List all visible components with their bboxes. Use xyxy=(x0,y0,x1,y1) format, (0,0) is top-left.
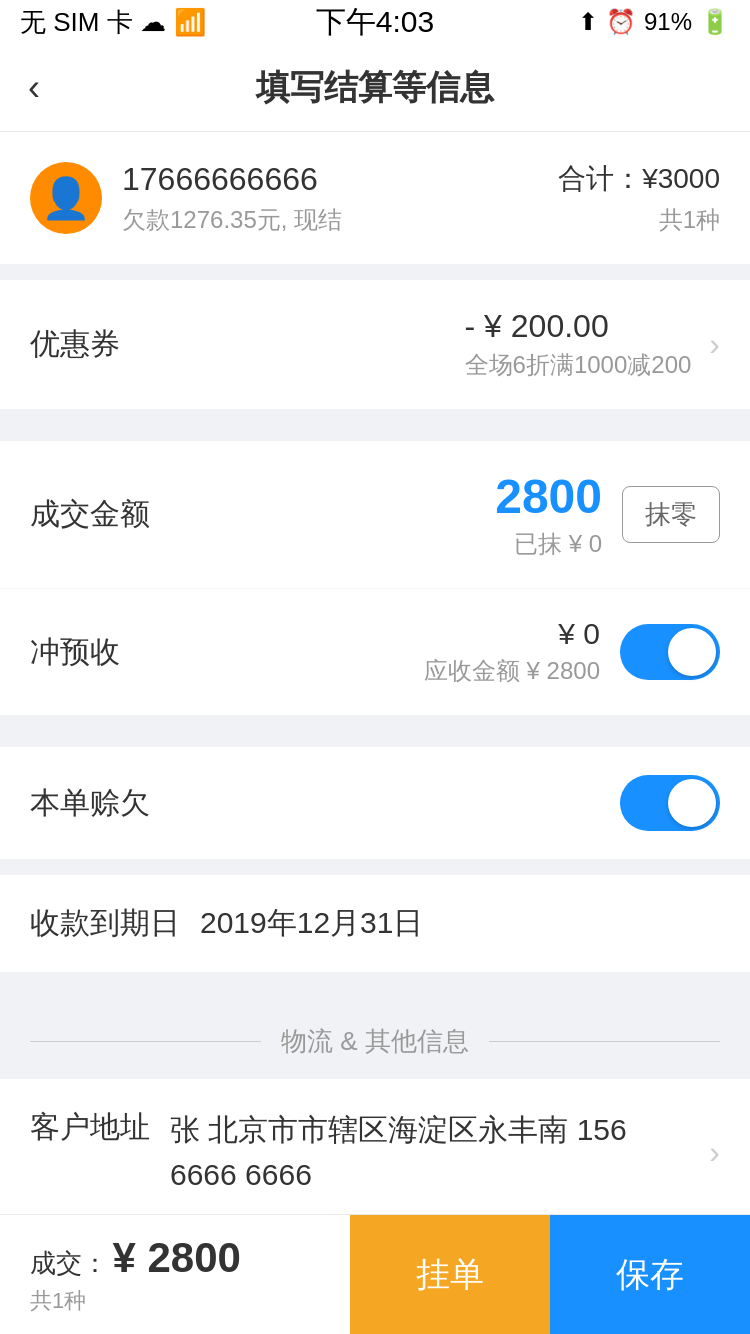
user-total: 合计：¥3000 xyxy=(558,160,720,198)
user-debt: 欠款1276.35元, 现结 xyxy=(122,204,342,236)
prepaid-right: ¥ 0 应收金额 ¥ 2800 xyxy=(424,617,720,687)
bottom-bar: 成交： ¥ 2800 共1种 挂单 保存 xyxy=(0,1214,750,1334)
page-title: 填写结算等信息 xyxy=(256,65,494,111)
status-left: 无 SIM 卡 ☁ 📶 xyxy=(20,5,206,40)
debt-row: 本单赊欠 xyxy=(0,747,750,859)
bottom-deal-label: 成交： ¥ 2800 xyxy=(30,1234,320,1282)
battery-icon: 🔋 xyxy=(700,8,730,36)
round-zero-button[interactable]: 抹零 xyxy=(622,486,720,543)
logistics-line-right xyxy=(489,1041,720,1042)
prepaid-value-block: ¥ 0 应收金额 ¥ 2800 xyxy=(424,617,600,687)
bottom-summary: 成交： ¥ 2800 共1种 xyxy=(0,1234,350,1316)
alarm-icon: ⏰ xyxy=(606,8,636,36)
prepaid-toggle[interactable] xyxy=(620,624,720,680)
nav-bar: ‹ 填写结算等信息 xyxy=(0,44,750,132)
address-value: 张 北京市市辖区海淀区永丰南 156 6666 6666 xyxy=(170,1107,701,1197)
deal-amount-row: 成交金额 2800 已抹 ¥ 0 抹零 xyxy=(0,441,750,589)
user-info: 17666666666 欠款1276.35元, 现结 xyxy=(122,161,342,236)
coupon-arrow-icon: › xyxy=(709,326,720,363)
user-card: 👤 17666666666 欠款1276.35元, 现结 合计：¥3000 共1… xyxy=(0,132,750,264)
back-button[interactable]: ‹ xyxy=(28,67,40,109)
user-phone: 17666666666 xyxy=(122,161,342,198)
section-divider-1 xyxy=(0,425,750,441)
user-left: 👤 17666666666 欠款1276.35元, 现结 xyxy=(30,161,342,236)
coupon-right: - ¥ 200.00 全场6折满1000减200 › xyxy=(465,308,720,381)
prepaid-label: 冲预收 xyxy=(30,632,120,673)
section-divider-3 xyxy=(0,988,750,1004)
status-right: ⬆ ⏰ 91% 🔋 xyxy=(578,8,730,36)
logistics-divider: 物流 & 其他信息 xyxy=(0,1004,750,1079)
content: 👤 17666666666 欠款1276.35元, 现结 合计：¥3000 共1… xyxy=(0,132,750,1334)
coupon-amount: - ¥ 200.00 xyxy=(465,308,692,345)
amount-section: 成交金额 2800 已抹 ¥ 0 抹零 冲预收 ¥ 0 应收金额 ¥ 2800 xyxy=(0,441,750,715)
debt-toggle[interactable] xyxy=(620,775,720,831)
address-row[interactable]: 客户地址 张 北京市市辖区海淀区永丰南 156 6666 6666 › xyxy=(0,1079,750,1225)
address-arrow-icon: › xyxy=(709,1134,720,1171)
prepaid-row: 冲预收 ¥ 0 应收金额 ¥ 2800 xyxy=(0,589,750,715)
wifi-icon: 📶 xyxy=(174,7,206,38)
location-icon: ⬆ xyxy=(578,8,598,36)
amount-sub: 已抹 ¥ 0 xyxy=(495,528,602,560)
duedate-label: 收款到期日 xyxy=(30,903,180,944)
save-button[interactable]: 保存 xyxy=(550,1215,750,1335)
status-time: 下午4:03 xyxy=(316,2,434,43)
amount-right: 2800 已抹 ¥ 0 抹零 xyxy=(495,469,720,560)
bottom-deal-text: 成交： xyxy=(30,1248,108,1278)
hang-button[interactable]: 挂单 xyxy=(350,1215,550,1335)
hang-button-label: 挂单 xyxy=(416,1252,484,1298)
debt-toggle-thumb xyxy=(668,779,716,827)
battery-level: 91% xyxy=(644,8,692,36)
debt-label: 本单赊欠 xyxy=(30,783,150,824)
amount-value: 2800 xyxy=(495,469,602,524)
duedate-section: 收款到期日 2019年12月31日 xyxy=(0,875,750,972)
address-section: 客户地址 张 北京市市辖区海淀区永丰南 156 6666 6666 › xyxy=(0,1079,750,1225)
duedate-row: 收款到期日 2019年12月31日 xyxy=(0,875,750,972)
avatar: 👤 xyxy=(30,162,102,234)
section-divider-2 xyxy=(0,731,750,747)
prepaid-sub: 应收金额 ¥ 2800 xyxy=(424,655,600,687)
bottom-amount: ¥ 2800 xyxy=(112,1234,240,1281)
logistics-line-left xyxy=(30,1041,261,1042)
avatar-icon: 👤 xyxy=(41,175,91,222)
coupon-desc: 全场6折满1000减200 xyxy=(465,349,692,381)
logistics-text: 物流 & 其他信息 xyxy=(281,1024,469,1059)
sim-status: 无 SIM 卡 ☁ xyxy=(20,5,166,40)
amount-value-block: 2800 已抹 ¥ 0 xyxy=(495,469,602,560)
coupon-row[interactable]: 优惠券 - ¥ 200.00 全场6折满1000减200 › xyxy=(0,280,750,409)
duedate-value: 2019年12月31日 xyxy=(200,903,423,944)
status-bar: 无 SIM 卡 ☁ 📶 下午4:03 ⬆ ⏰ 91% 🔋 xyxy=(0,0,750,44)
save-button-label: 保存 xyxy=(616,1252,684,1298)
amount-label: 成交金额 xyxy=(30,494,150,535)
user-count: 共1种 xyxy=(558,204,720,236)
toggle-thumb xyxy=(668,628,716,676)
coupon-label: 优惠券 xyxy=(30,324,120,365)
address-label: 客户地址 xyxy=(30,1107,150,1148)
bottom-count: 共1种 xyxy=(30,1286,320,1316)
user-right: 合计：¥3000 共1种 xyxy=(558,160,720,236)
prepaid-value: ¥ 0 xyxy=(424,617,600,651)
